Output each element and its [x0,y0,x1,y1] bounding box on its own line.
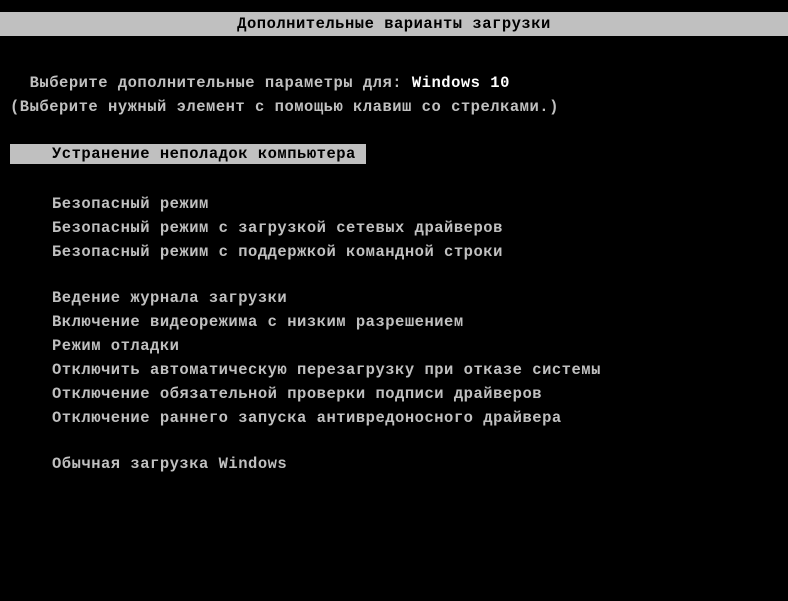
menu-item-safe-mode-networking[interactable]: Безопасный режим с загрузкой сетевых дра… [10,218,788,238]
menu-item-disable-driver-sig[interactable]: Отключение обязательной проверки подписи… [10,384,788,404]
prompt-line: Выберите дополнительные параметры для: W… [0,56,788,92]
menu-item-debug-mode[interactable]: Режим отладки [10,336,788,356]
menu-item-disable-elam[interactable]: Отключение раннего запуска антивредоносн… [10,408,788,428]
page-title: Дополнительные варианты загрузки [237,15,551,33]
instruction-line: (Выберите нужный элемент с помощью клави… [0,98,788,116]
menu-separator [10,432,788,454]
boot-options-menu[interactable]: Устранение неполадок компьютера Безопасн… [0,144,788,474]
menu-separator [10,172,788,194]
menu-item-boot-logging[interactable]: Ведение журнала загрузки [10,288,788,308]
menu-item-safe-mode-command[interactable]: Безопасный режим с поддержкой командной … [10,242,788,262]
menu-item-repair-computer[interactable]: Устранение неполадок компьютера [10,144,366,164]
prompt-prefix: Выберите дополнительные параметры для: [30,74,412,92]
menu-item-disable-auto-restart[interactable]: Отключить автоматическую перезагрузку пр… [10,360,788,380]
os-name: Windows 10 [412,74,510,92]
menu-item-low-res-video[interactable]: Включение видеорежима с низким разрешени… [10,312,788,332]
menu-item-safe-mode[interactable]: Безопасный режим [10,194,788,214]
menu-separator [10,266,788,288]
title-bar: Дополнительные варианты загрузки [0,12,788,36]
menu-item-normal-boot[interactable]: Обычная загрузка Windows [10,454,788,474]
